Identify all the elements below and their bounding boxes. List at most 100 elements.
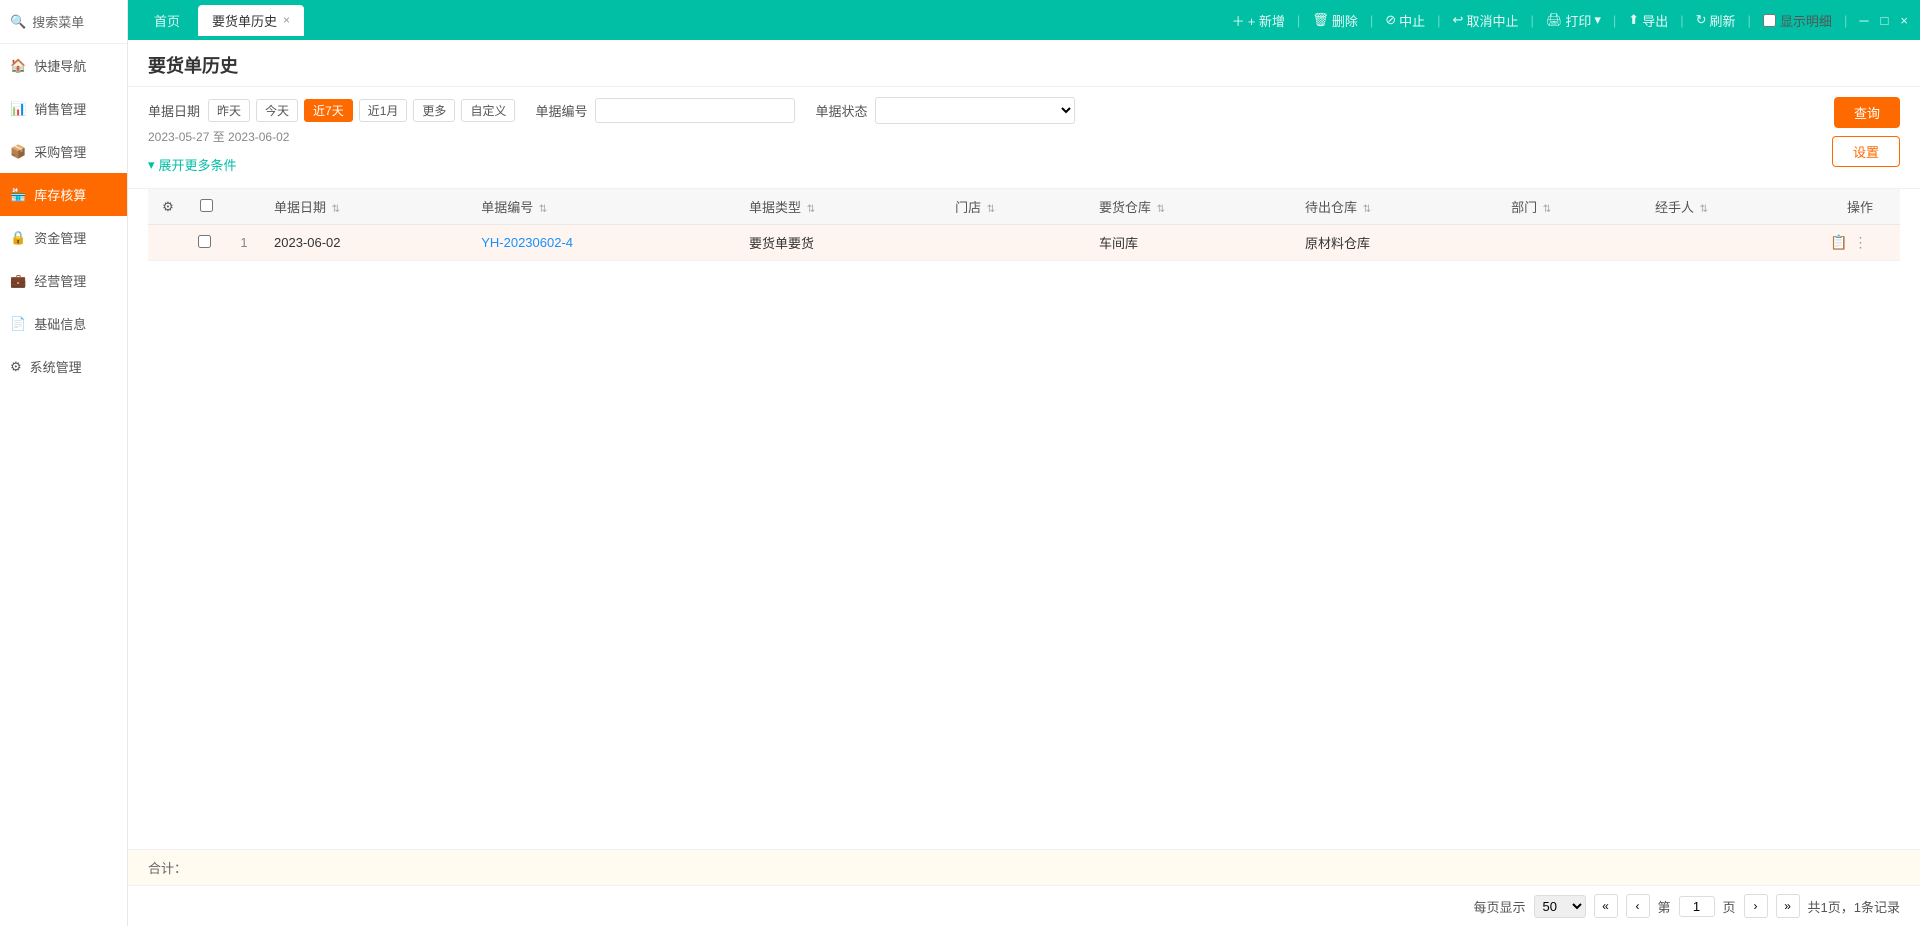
- window-maximize[interactable]: □: [1881, 13, 1889, 28]
- sort-store-icon[interactable]: ⇅: [987, 204, 995, 215]
- row-checkbox[interactable]: [198, 235, 211, 248]
- btn-delete-top[interactable]: 🗑 删除: [1312, 11, 1358, 30]
- sort-handler-icon[interactable]: ⇅: [1700, 204, 1708, 215]
- expand-more-btn[interactable]: ▾ 展开更多条件: [148, 151, 1832, 178]
- first-page-btn[interactable]: «: [1594, 894, 1618, 918]
- filter-area: 单据日期 昨天 今天 近7天 近1月 更多 自定义 单据编号: [128, 87, 1920, 189]
- th-settings[interactable]: ⚙: [148, 189, 188, 225]
- sort-dept-icon[interactable]: ⇅: [1543, 204, 1551, 215]
- plus-icon: ＋: [1232, 11, 1245, 30]
- print-dropdown-icon: ▾: [1594, 12, 1601, 28]
- sidebar-item-label: 销售管理: [34, 99, 86, 118]
- btn-export-top[interactable]: ⬆ 导出: [1628, 11, 1668, 30]
- sidebar-item-sales[interactable]: 📊 销售管理: [0, 87, 127, 130]
- sidebar-search-label: 搜索菜单: [32, 12, 84, 31]
- sort-req-warehouse-icon[interactable]: ⇅: [1157, 204, 1165, 215]
- td-action: 📋 ⋮: [1820, 225, 1900, 261]
- sidebar-item-system[interactable]: ⚙ 系统管理: [0, 345, 127, 388]
- date-btn-1month[interactable]: 近1月: [359, 99, 408, 122]
- btn-stop-top[interactable]: ⊘ 中止: [1385, 11, 1425, 30]
- sidebar-item-finance[interactable]: 🔒 资金管理: [0, 216, 127, 259]
- tab-order-history[interactable]: 要货单历史 ×: [198, 5, 304, 36]
- page-header: 要货单历史: [128, 40, 1920, 87]
- row-more-icon[interactable]: ⋮: [1853, 234, 1867, 251]
- btn-refresh-top[interactable]: ↻ 刷新: [1696, 11, 1736, 30]
- doc-icon: 📄: [10, 316, 26, 332]
- row-view-icon[interactable]: 📋: [1830, 234, 1847, 251]
- settings-button[interactable]: 设置: [1832, 136, 1900, 167]
- tab-home[interactable]: 首页: [140, 5, 194, 36]
- orderno-label: 单据编号: [535, 101, 587, 120]
- th-handler: 经手人 ⇅: [1645, 189, 1820, 225]
- sidebar: 🔍 搜索菜单 🏠 快捷导航 📊 销售管理 📦 采购管理 🏪 库存核算 🔒 资金管…: [0, 0, 128, 926]
- prev-page-btn[interactable]: ‹: [1626, 894, 1650, 918]
- pagination: 每页显示 50 10 20 100 « ‹ 第 页 › » 共1页，1条记录: [128, 885, 1920, 926]
- select-all-checkbox[interactable]: [200, 199, 213, 212]
- print-icon: 🖨: [1546, 12, 1563, 28]
- th-type: 单据类型 ⇅: [739, 189, 945, 225]
- date-btn-more[interactable]: 更多: [413, 99, 455, 122]
- filter-date-group: 单据日期 昨天 今天 近7天 近1月 更多 自定义: [148, 99, 515, 122]
- sidebar-item-basic[interactable]: 📄 基础信息: [0, 302, 127, 345]
- sidebar-item-purchase[interactable]: 📦 采购管理: [0, 130, 127, 173]
- btn-new-top[interactable]: ＋ + 新增: [1232, 11, 1285, 30]
- delete-label: 删除: [1332, 11, 1358, 30]
- sidebar-item-inventory[interactable]: 🏪 库存核算: [0, 173, 127, 216]
- table-header-row: ⚙ 单据日期 ⇅ 单据编号 ⇅: [148, 189, 1900, 225]
- td-num: 1: [224, 225, 264, 261]
- page-size-label: 每页显示: [1473, 897, 1525, 916]
- btn-print-top[interactable]: 🖨 打印 ▾: [1546, 11, 1601, 30]
- new-label: + 新增: [1248, 11, 1285, 30]
- page-size-select[interactable]: 50 10 20 100: [1534, 895, 1586, 918]
- lock-icon: 🔒: [10, 230, 26, 246]
- filter-right-buttons: 查询 设置: [1832, 97, 1900, 167]
- date-btn-yesterday[interactable]: 昨天: [208, 99, 250, 122]
- th-num: [224, 189, 264, 225]
- td-store: [945, 225, 1089, 261]
- th-checkbox: [188, 189, 224, 225]
- sort-orderno-icon[interactable]: ⇅: [539, 204, 547, 215]
- briefcase-icon: 💼: [10, 273, 26, 289]
- sidebar-item-operation[interactable]: 💼 经营管理: [0, 259, 127, 302]
- sort-type-icon[interactable]: ⇅: [807, 204, 815, 215]
- last-page-btn[interactable]: »: [1776, 894, 1800, 918]
- tab-close-icon[interactable]: ×: [283, 13, 290, 27]
- query-button[interactable]: 查询: [1834, 97, 1900, 128]
- status-label: 单据状态: [815, 101, 867, 120]
- order-no-link[interactable]: YH-20230602-4: [481, 235, 573, 250]
- next-page-btn[interactable]: ›: [1744, 894, 1768, 918]
- window-close[interactable]: ×: [1900, 13, 1908, 28]
- sidebar-item-label: 基础信息: [34, 314, 86, 333]
- sort-pending-warehouse-icon[interactable]: ⇅: [1363, 204, 1371, 215]
- page-content: 要货单历史 单据日期 昨天 今天 近7天 近1月 更多: [128, 40, 1920, 926]
- td-pending-warehouse: 原材料仓库: [1295, 225, 1501, 261]
- refresh-label: 刷新: [1710, 11, 1736, 30]
- box-icon: 📦: [10, 144, 26, 160]
- page-number-input[interactable]: [1679, 896, 1715, 917]
- th-store: 门店 ⇅: [945, 189, 1089, 225]
- btn-cancel-stop-top[interactable]: ↩ 取消中止: [1453, 11, 1519, 30]
- page-label: 第: [1658, 897, 1671, 916]
- sidebar-item-label: 采购管理: [34, 142, 86, 161]
- date-btn-7days[interactable]: 近7天: [304, 99, 353, 122]
- sort-date-icon[interactable]: ⇅: [332, 204, 340, 215]
- home-icon: 🏠: [10, 58, 26, 74]
- stop-label: 中止: [1399, 11, 1425, 30]
- order-no-input[interactable]: [595, 98, 795, 123]
- sidebar-item-quick-nav[interactable]: 🏠 快捷导航: [0, 44, 127, 87]
- status-select[interactable]: [875, 97, 1075, 124]
- td-type: 要货单要货: [739, 225, 945, 261]
- date-buttons: 昨天 今天 近7天 近1月 更多 自定义: [208, 99, 515, 122]
- date-filter-label: 单据日期: [148, 101, 200, 120]
- cancel-stop-icon: ↩: [1453, 12, 1464, 28]
- total-label: 合计：: [148, 861, 187, 876]
- topbar: 首页 要货单历史 × ＋ + 新增 | 🗑 删除 | ⊘ 中止 | ↩: [128, 0, 1920, 40]
- window-minimize[interactable]: ─: [1859, 13, 1868, 28]
- date-btn-custom[interactable]: 自定义: [461, 99, 515, 122]
- date-btn-today[interactable]: 今天: [256, 99, 298, 122]
- tab-home-label: 首页: [154, 11, 180, 30]
- display-detail-check[interactable]: 显示明细: [1763, 11, 1832, 30]
- sidebar-search[interactable]: 🔍 搜索菜单: [0, 0, 127, 44]
- display-detail-checkbox[interactable]: [1763, 14, 1776, 27]
- page-unit: 页: [1723, 897, 1736, 916]
